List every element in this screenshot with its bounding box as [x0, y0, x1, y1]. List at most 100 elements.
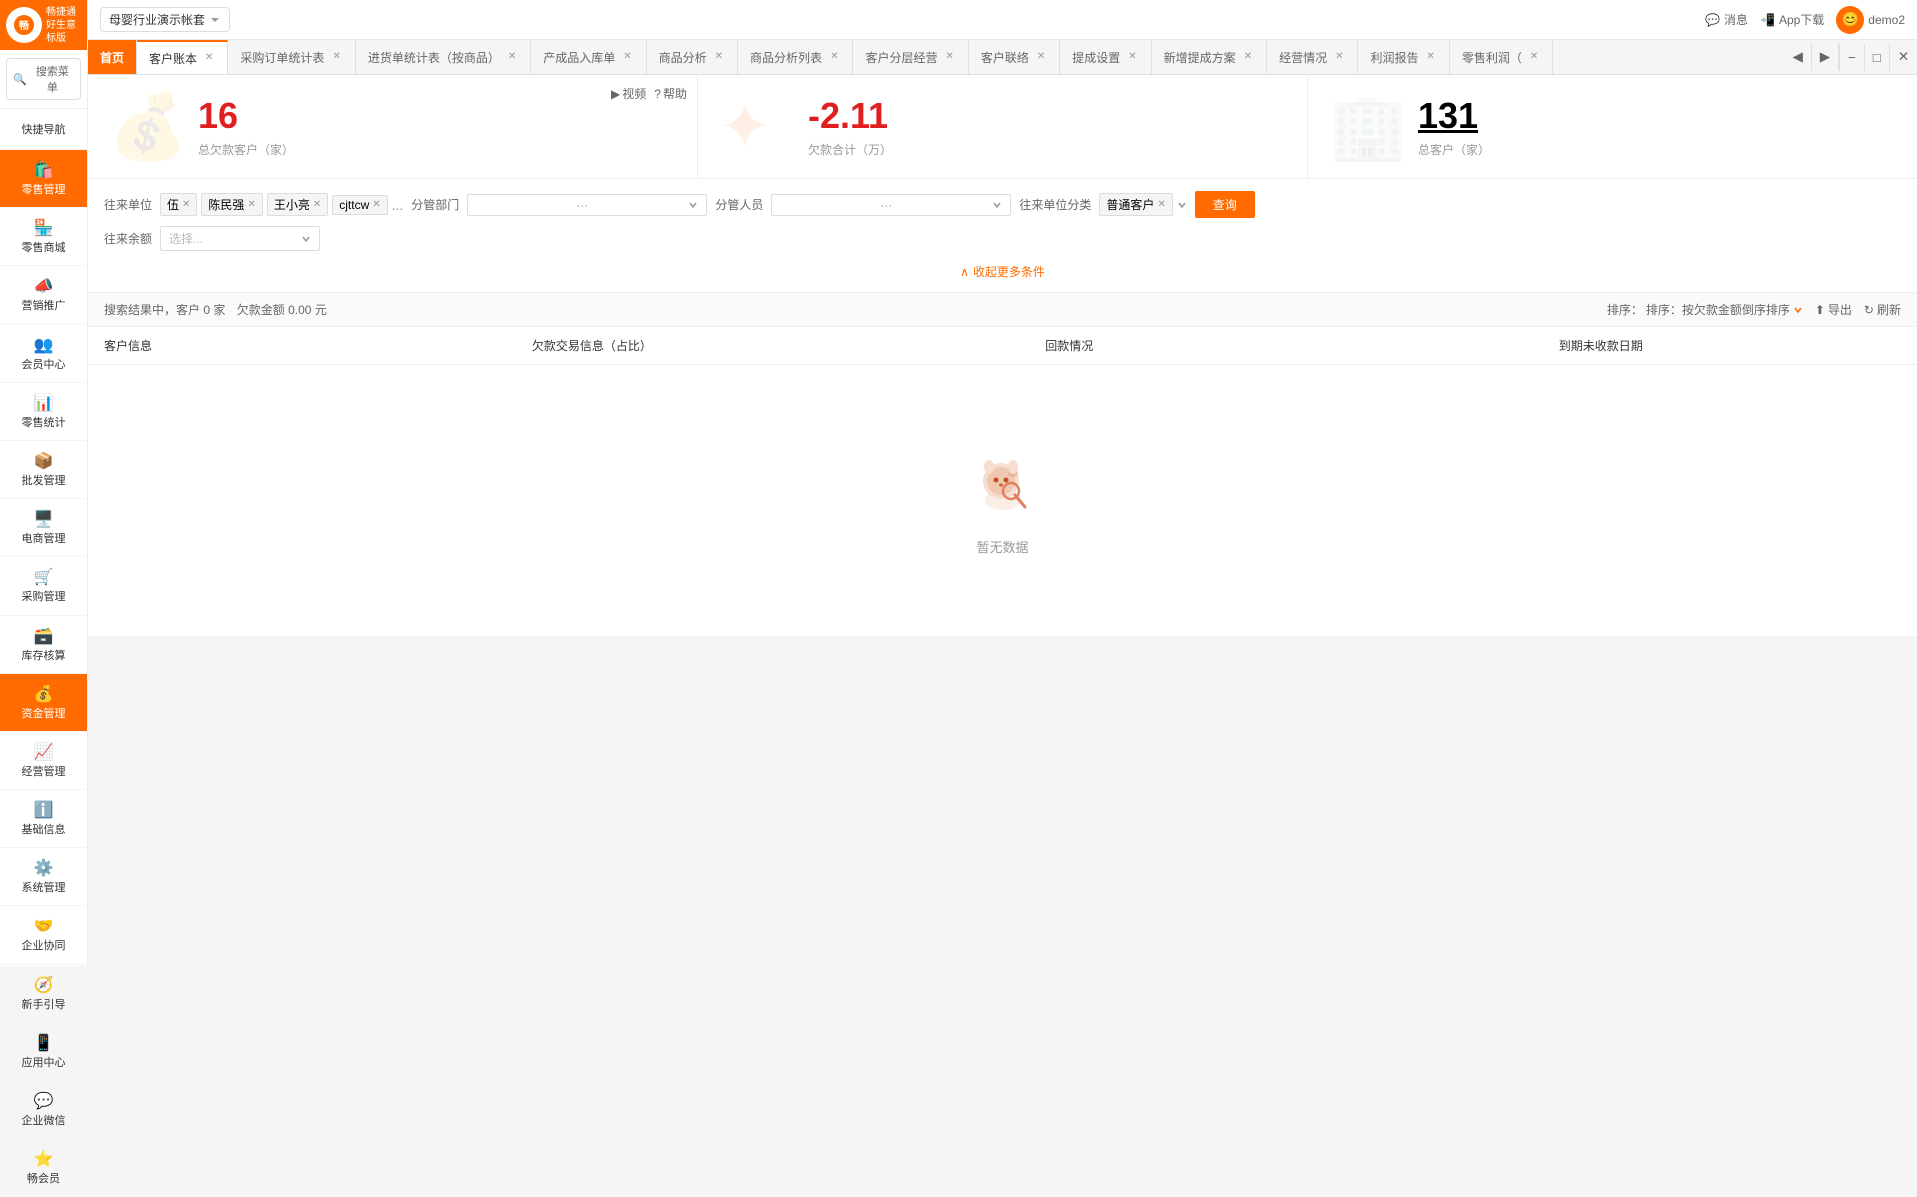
unit-tag-container: 伍 ✕ 陈民强 ✕ 王小亮 ✕ cjttcw ✕ ...: [160, 193, 403, 216]
sort-selector[interactable]: 排序： 排序：按欠款金额倒序排序: [1607, 301, 1803, 318]
tab-operations-label: 经营情况: [1279, 49, 1327, 66]
stat-debt-amount-text: -2.11 欠款合计（万）: [808, 95, 892, 158]
tab-product-analysis-list-label: 商品分析列表: [750, 49, 822, 66]
tab-profit-report[interactable]: 利润报告 ✕: [1358, 40, 1449, 74]
filter-tag-cjttcw-value: cjttcw: [339, 198, 369, 212]
tab-customer-book-close[interactable]: ✕: [203, 52, 215, 64]
sidebar-item-new-guide[interactable]: 🧭 新手引导: [0, 965, 87, 1023]
account-selector[interactable]: 母婴行业演示帐套: [100, 7, 230, 32]
tab-purchase-order-label: 采购订单统计表: [240, 49, 324, 66]
sidebar-item-purchase[interactable]: 🛒 采购管理: [0, 557, 87, 615]
tab-new-increase-plan-label: 新增提成方案: [1164, 49, 1236, 66]
purchase-icon: 🛒: [34, 567, 54, 587]
export-button[interactable]: ⬆ 导出: [1815, 301, 1852, 318]
sidebar-item-retail[interactable]: 🛍️ 零售管理: [0, 150, 87, 208]
tab-purchase-order-close[interactable]: ✕: [330, 51, 342, 63]
sidebar-item-finance[interactable]: 💰 资金管理: [0, 674, 87, 732]
sidebar-item-marketing[interactable]: 📣 营销推广: [0, 266, 87, 324]
tab-product-analysis-list[interactable]: 商品分析列表 ✕: [738, 40, 853, 74]
tab-product-analysis[interactable]: 商品分析 ✕: [647, 40, 738, 74]
unit-filter-more[interactable]: ...: [392, 197, 404, 213]
search-menu-button[interactable]: 🔍 搜索菜单: [6, 58, 81, 100]
sidebar-item-app-center[interactable]: 📱 应用中心: [0, 1023, 87, 1081]
sidebar-item-wholesale[interactable]: 📦 批发管理: [0, 441, 87, 499]
data-table: 客户信息 欠款交易信息（占比） 回款情况 到期未收款日期: [88, 327, 1917, 636]
help-label: 帮助: [663, 85, 687, 102]
balance-select[interactable]: 选择...: [160, 226, 320, 251]
filter-tag-wu-close[interactable]: ✕: [182, 199, 190, 210]
stat-total-customers-value[interactable]: 131: [1418, 95, 1490, 137]
tab-retail-profit[interactable]: 零售利润（ ✕: [1450, 40, 1553, 74]
filter-tag-wu-value: 伍: [167, 196, 179, 213]
purchase-label: 采购管理: [22, 591, 66, 604]
message-action[interactable]: 💬 消息: [1705, 11, 1748, 28]
tab-increase-settings-label: 提成设置: [1072, 49, 1120, 66]
table-header-customer: 客户信息: [104, 337, 532, 354]
tab-maximize[interactable]: □: [1864, 44, 1889, 71]
tab-home-label: 首页: [100, 49, 124, 66]
tab-stock-stats-close[interactable]: ✕: [506, 51, 518, 63]
finance-label: 资金管理: [22, 708, 66, 721]
table-header-debt: 欠款交易信息（占比）: [532, 337, 1045, 354]
export-label: 导出: [1828, 301, 1852, 318]
stat-actions: ▶ 视频 ? 帮助: [611, 85, 687, 102]
user-area[interactable]: 😊 demo2: [1836, 6, 1905, 34]
tab-minimize[interactable]: −: [1839, 44, 1864, 71]
tab-operations[interactable]: 经营情况 ✕: [1267, 40, 1358, 74]
person-select[interactable]: ···: [771, 194, 1011, 216]
tab-home[interactable]: 首页: [88, 40, 137, 74]
tab-nav-next[interactable]: ▶: [1812, 43, 1839, 71]
sort-value: 排序：按欠款金额倒序排序: [1646, 301, 1790, 318]
sidebar-item-retail-mall[interactable]: 🏪 零售商城: [0, 208, 87, 266]
results-prefix: 搜索结果中，客户: [104, 303, 200, 317]
filter-tag-chen-close[interactable]: ✕: [247, 199, 255, 210]
tab-new-increase-plan[interactable]: 新增提成方案 ✕: [1152, 40, 1267, 74]
retail-icon: 🛍️: [34, 160, 54, 180]
video-link[interactable]: ▶ 视频: [611, 85, 646, 102]
tab-profit-report-close[interactable]: ✕: [1425, 51, 1437, 63]
help-link[interactable]: ? 帮助: [654, 85, 687, 102]
app-download-action[interactable]: 📲 App下载: [1760, 11, 1824, 28]
sidebar-item-enterprise[interactable]: 🤝 企业协同: [0, 906, 87, 964]
tab-customer-contact-close[interactable]: ✕: [1035, 51, 1047, 63]
sidebar-item-retail-stats[interactable]: 📊 零售统计: [0, 383, 87, 441]
stat-debt-amount: ✦ -2.11 欠款合计（万）: [698, 75, 1308, 178]
query-button[interactable]: 查询: [1195, 191, 1255, 218]
sidebar-item-system[interactable]: ⚙️ 系统管理: [0, 848, 87, 906]
tab-product-stock-close[interactable]: ✕: [621, 51, 633, 63]
tab-operations-close[interactable]: ✕: [1333, 51, 1345, 63]
tab-stock-stats[interactable]: 进货单统计表（按商品） ✕: [356, 40, 531, 74]
filter-tag-normal-customer-close[interactable]: ✕: [1157, 199, 1165, 210]
filter-tag-wang-close[interactable]: ✕: [313, 199, 321, 210]
tab-customer-tier-close[interactable]: ✕: [943, 51, 955, 63]
tab-customer-tier[interactable]: 客户分层经营 ✕: [853, 40, 968, 74]
tab-customer-book[interactable]: 客户账本 ✕: [137, 40, 228, 74]
tab-nav-prev[interactable]: ◀: [1784, 43, 1811, 71]
dept-select[interactable]: ···: [467, 194, 707, 216]
tab-increase-settings-close[interactable]: ✕: [1126, 51, 1138, 63]
sidebar-item-operations[interactable]: 📈 经营管理: [0, 732, 87, 790]
tab-purchase-order[interactable]: 采购订单统计表 ✕: [228, 40, 355, 74]
sidebar-item-basic-info[interactable]: ℹ️ 基础信息: [0, 790, 87, 848]
sidebar-item-member[interactable]: 👥 会员中心: [0, 325, 87, 383]
sidebar-item-inventory[interactable]: 🗃️ 库存核算: [0, 616, 87, 674]
tab-product-stock[interactable]: 产成品入库单 ✕: [531, 40, 646, 74]
app-title: 畅捷通好生意 标版: [46, 6, 81, 45]
tab-retail-profit-close[interactable]: ✕: [1528, 51, 1540, 63]
collapse-button[interactable]: ∧ 收起更多条件: [960, 263, 1045, 280]
sidebar-item-enterprise-wechat[interactable]: 💬 企业微信: [0, 1081, 87, 1139]
tab-product-analysis-close[interactable]: ✕: [713, 51, 725, 63]
sidebar-item-member-plus[interactable]: ⭐ 畅会员: [0, 1139, 87, 1197]
tab-close-all[interactable]: ✕: [1889, 43, 1917, 71]
tab-increase-settings[interactable]: 提成设置 ✕: [1060, 40, 1151, 74]
refresh-button[interactable]: ↻ 刷新: [1864, 301, 1901, 318]
filter-tag-cjttcw-close[interactable]: ✕: [372, 199, 380, 210]
tab-customer-contact[interactable]: 客户联络 ✕: [969, 40, 1060, 74]
tab-product-analysis-list-close[interactable]: ✕: [828, 51, 840, 63]
operations-icon: 📈: [34, 742, 54, 762]
quick-nav-button[interactable]: 快捷导航: [6, 117, 81, 141]
table-header-date: 到期未收款日期: [1559, 337, 1901, 354]
filter-tag-wang-value: 王小亮: [274, 196, 310, 213]
tab-new-increase-plan-close[interactable]: ✕: [1242, 51, 1254, 63]
sidebar-item-ecommerce[interactable]: 🖥️ 电商管理: [0, 499, 87, 557]
